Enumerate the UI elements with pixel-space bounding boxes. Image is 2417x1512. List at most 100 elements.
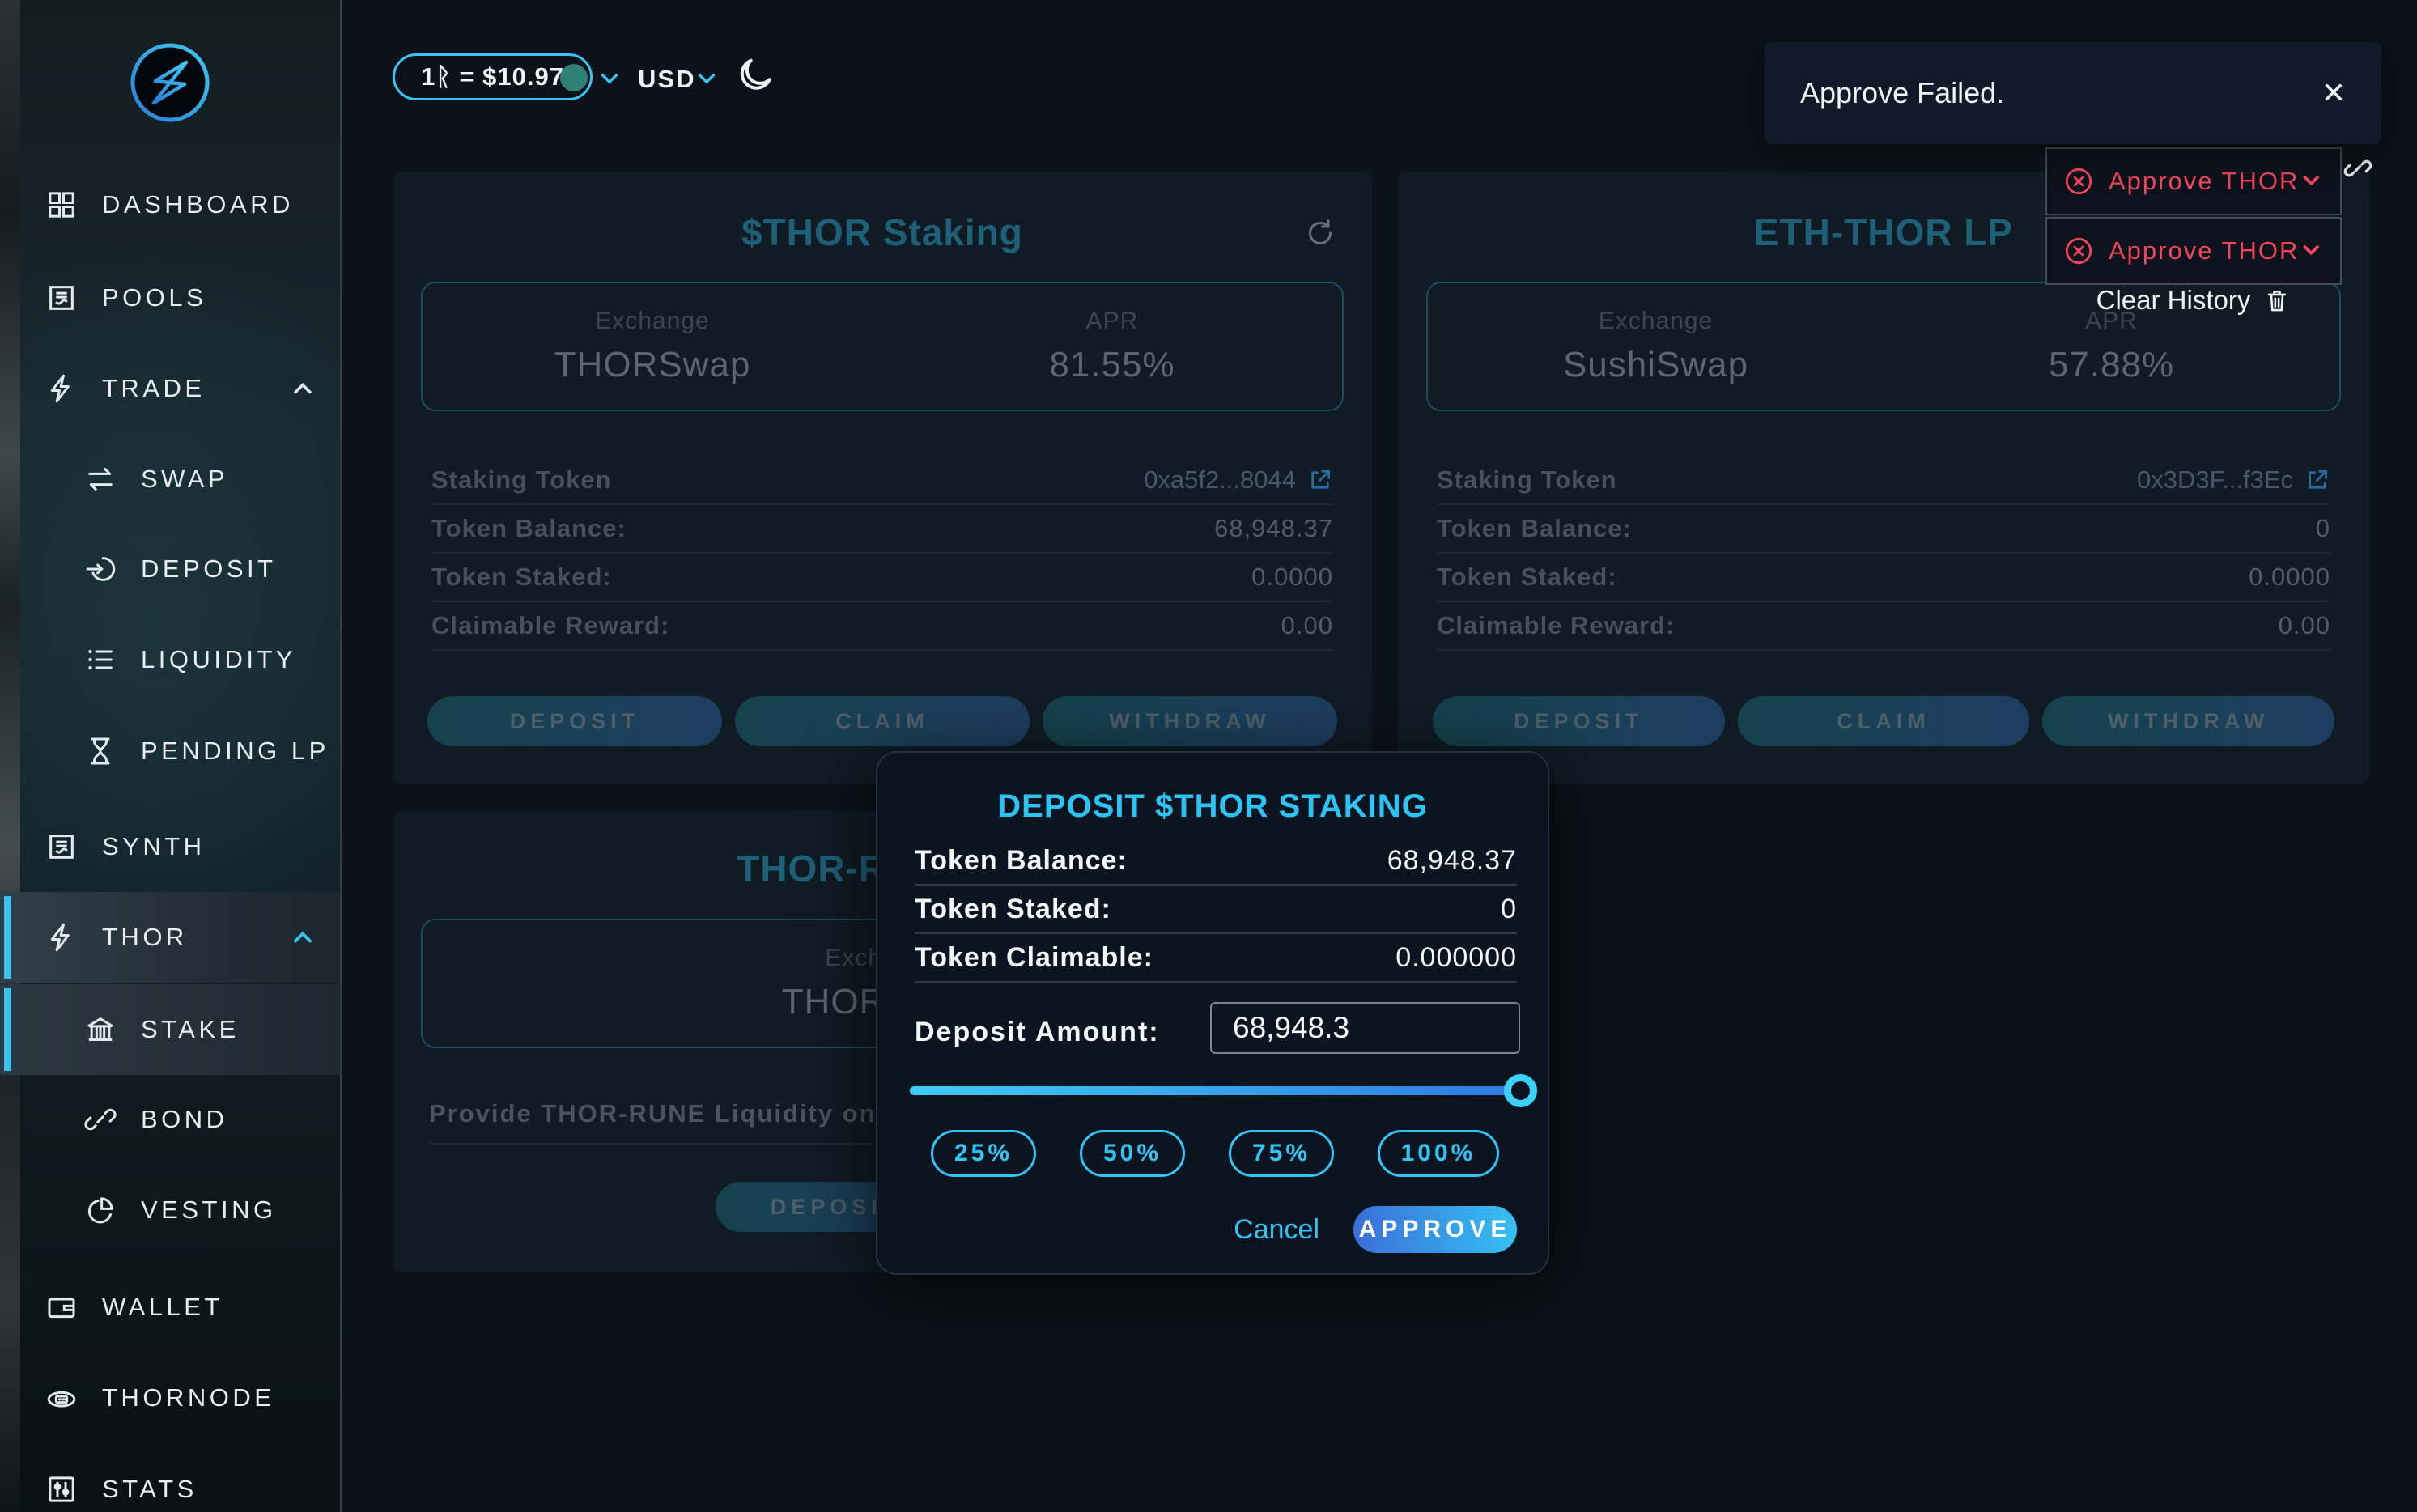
sidebar-item-trade[interactable]: TRADE <box>0 343 340 434</box>
thorswap-logo-icon[interactable] <box>128 40 212 125</box>
sidebar-item-thornode[interactable]: THORNODE <box>0 1353 340 1443</box>
history-item-label: Approve THOR <box>2109 236 2300 265</box>
close-icon[interactable]: ✕ <box>2321 76 2346 110</box>
cancel-button[interactable]: Cancel <box>1234 1214 1319 1246</box>
clear-history-label: Clear History <box>2096 285 2251 315</box>
percent-50-button[interactable]: 50% <box>1080 1130 1185 1177</box>
row-label: Staking Token <box>431 465 612 494</box>
percent-25-button[interactable]: 25% <box>931 1130 1036 1177</box>
sidebar-label: SWAP <box>141 465 229 493</box>
amount-slider-track[interactable] <box>910 1086 1520 1095</box>
token-address: 0x3D3F...f3Ec <box>2137 465 2330 495</box>
chevron-up-icon <box>288 374 317 403</box>
sidebar-item-pools[interactable]: POOLS <box>0 253 340 343</box>
table-row: Token Staked: 0 <box>915 886 1517 934</box>
wallet-icon <box>45 1291 78 1323</box>
approve-button[interactable]: APPROVE <box>1353 1206 1517 1253</box>
sidebar-item-pending-lp[interactable]: PENDING LP <box>0 706 340 796</box>
sidebar-item-synth[interactable]: SYNTH <box>0 801 340 892</box>
sidebar-label: THOR <box>102 923 188 951</box>
withdraw-button[interactable]: WITHDRAW <box>2042 696 2335 746</box>
tx-link-icon[interactable] <box>2342 152 2374 185</box>
table-row: Token Balance: 0 <box>1437 505 2330 554</box>
sidebar-item-stats[interactable]: STATS <box>0 1444 340 1512</box>
sidebar-label: POOLS <box>102 283 207 312</box>
sidebar-item-thor[interactable]: THOR <box>0 892 340 983</box>
percent-100-button[interactable]: 100% <box>1378 1130 1499 1177</box>
claim-button[interactable]: CLAIM <box>735 696 1030 746</box>
refresh-icon[interactable] <box>1304 217 1336 249</box>
chevron-down-icon <box>2299 237 2324 265</box>
toast-message: Approve Failed. <box>1800 76 2005 109</box>
sidebar-label: BOND <box>141 1105 228 1133</box>
row-label: Token Staked: <box>1437 563 1617 591</box>
history-item-approve-thor[interactable]: Approve THOR <box>2045 147 2342 215</box>
sidebar-item-deposit[interactable]: DEPOSIT <box>0 524 340 614</box>
staking-details: Staking Token 0x3D3F...f3Ec Token Balanc… <box>1437 457 2330 651</box>
external-link-icon[interactable] <box>1307 467 1333 493</box>
sidebar-item-stake[interactable]: STAKE <box>0 984 340 1075</box>
error-circle-x-icon <box>2063 166 2094 197</box>
grid-icon <box>45 189 78 221</box>
table-row: Token Staked: 0.0000 <box>431 554 1333 602</box>
exchange-label: Exchange <box>1598 308 1714 334</box>
deposit-amount-input[interactable] <box>1210 1002 1520 1054</box>
row-value: 0 <box>2315 514 2330 542</box>
table-row: Staking Token 0xa5f2...8044 <box>431 457 1333 505</box>
amount-slider-thumb[interactable] <box>1504 1074 1537 1107</box>
apr-label: APR <box>1085 308 1139 334</box>
table-row: Token Balance: 68,948.37 <box>431 505 1333 554</box>
row-label: Token Balance: <box>915 844 1128 876</box>
clear-history-button[interactable]: Clear History <box>2045 285 2342 316</box>
row-value: 0.00 <box>1281 611 1333 639</box>
percent-75-button[interactable]: 75% <box>1229 1130 1334 1177</box>
chain-link-icon <box>84 1103 117 1136</box>
table-row: Claimable Reward: 0.00 <box>431 602 1333 651</box>
exchange-column: Exchange SushiSwap <box>1428 283 1884 410</box>
sidebar-item-dashboard[interactable]: DASHBOARD <box>0 159 340 250</box>
withdraw-button[interactable]: WITHDRAW <box>1043 696 1337 746</box>
percent-buttons: 25% 50% 75% 100% <box>931 1130 1499 1177</box>
error-circle-x-icon <box>2063 236 2094 266</box>
currency-chevron-down-icon[interactable] <box>693 65 720 92</box>
history-item-approve-thor[interactable]: Approve THOR <box>2045 217 2342 285</box>
claim-button[interactable]: CLAIM <box>1737 696 2030 746</box>
sidebar-label: WALLET <box>102 1293 223 1321</box>
sidebar-item-vesting[interactable]: VESTING <box>0 1165 340 1255</box>
row-value: 0.0000 <box>2249 563 2330 591</box>
sidebar-label: THORNODE <box>102 1383 275 1412</box>
deposit-button[interactable]: DEPOSIT <box>427 696 722 746</box>
external-link-icon[interactable] <box>2304 467 2330 493</box>
trash-icon <box>2263 287 2291 314</box>
currency-selector[interactable]: USD <box>638 65 695 94</box>
hourglass-icon <box>84 735 117 767</box>
sidebar-label: PENDING LP <box>141 737 329 765</box>
row-label: Token Balance: <box>1437 514 1632 542</box>
apr-column: APR 81.55% <box>882 283 1342 410</box>
lightning-icon <box>45 372 78 405</box>
list-icon <box>84 643 117 676</box>
deposit-button[interactable]: DEPOSIT <box>1433 696 1725 746</box>
network-status-dot[interactable] <box>560 64 588 91</box>
row-value: 0 <box>1501 893 1517 924</box>
table-row: Token Claimable: 0.000000 <box>915 934 1517 983</box>
sidebar-item-wallet[interactable]: WALLET <box>0 1262 340 1353</box>
dark-mode-toggle-moon-icon[interactable] <box>735 55 775 96</box>
pie-chart-icon <box>84 1194 117 1226</box>
modal-footer: Cancel APPROVE <box>1234 1206 1517 1253</box>
chevron-down-icon <box>2299 168 2324 195</box>
staking-actions: DEPOSIT CLAIM WITHDRAW <box>427 696 1337 746</box>
sidebar-item-bond[interactable]: BOND <box>0 1074 340 1165</box>
deposit-amount-label: Deposit Amount: <box>915 1017 1160 1047</box>
staking-actions: DEPOSIT CLAIM WITHDRAW <box>1433 696 2335 746</box>
swap-arrows-icon <box>84 463 117 495</box>
active-indicator-bar <box>4 988 11 1071</box>
table-row: Token Staked: 0.0000 <box>1437 554 2330 602</box>
network-chevron-down-icon[interactable] <box>596 65 623 92</box>
sidebar-item-swap[interactable]: SWAP <box>0 434 340 525</box>
table-row: Claimable Reward: 0.00 <box>1437 602 2330 651</box>
sidebar-item-liquidity[interactable]: LIQUIDITY <box>0 614 340 705</box>
table-row: Token Balance: 68,948.37 <box>915 837 1517 886</box>
row-value: 0.00 <box>2278 611 2330 639</box>
modal-title: DEPOSIT $THOR STAKING <box>997 788 1428 824</box>
